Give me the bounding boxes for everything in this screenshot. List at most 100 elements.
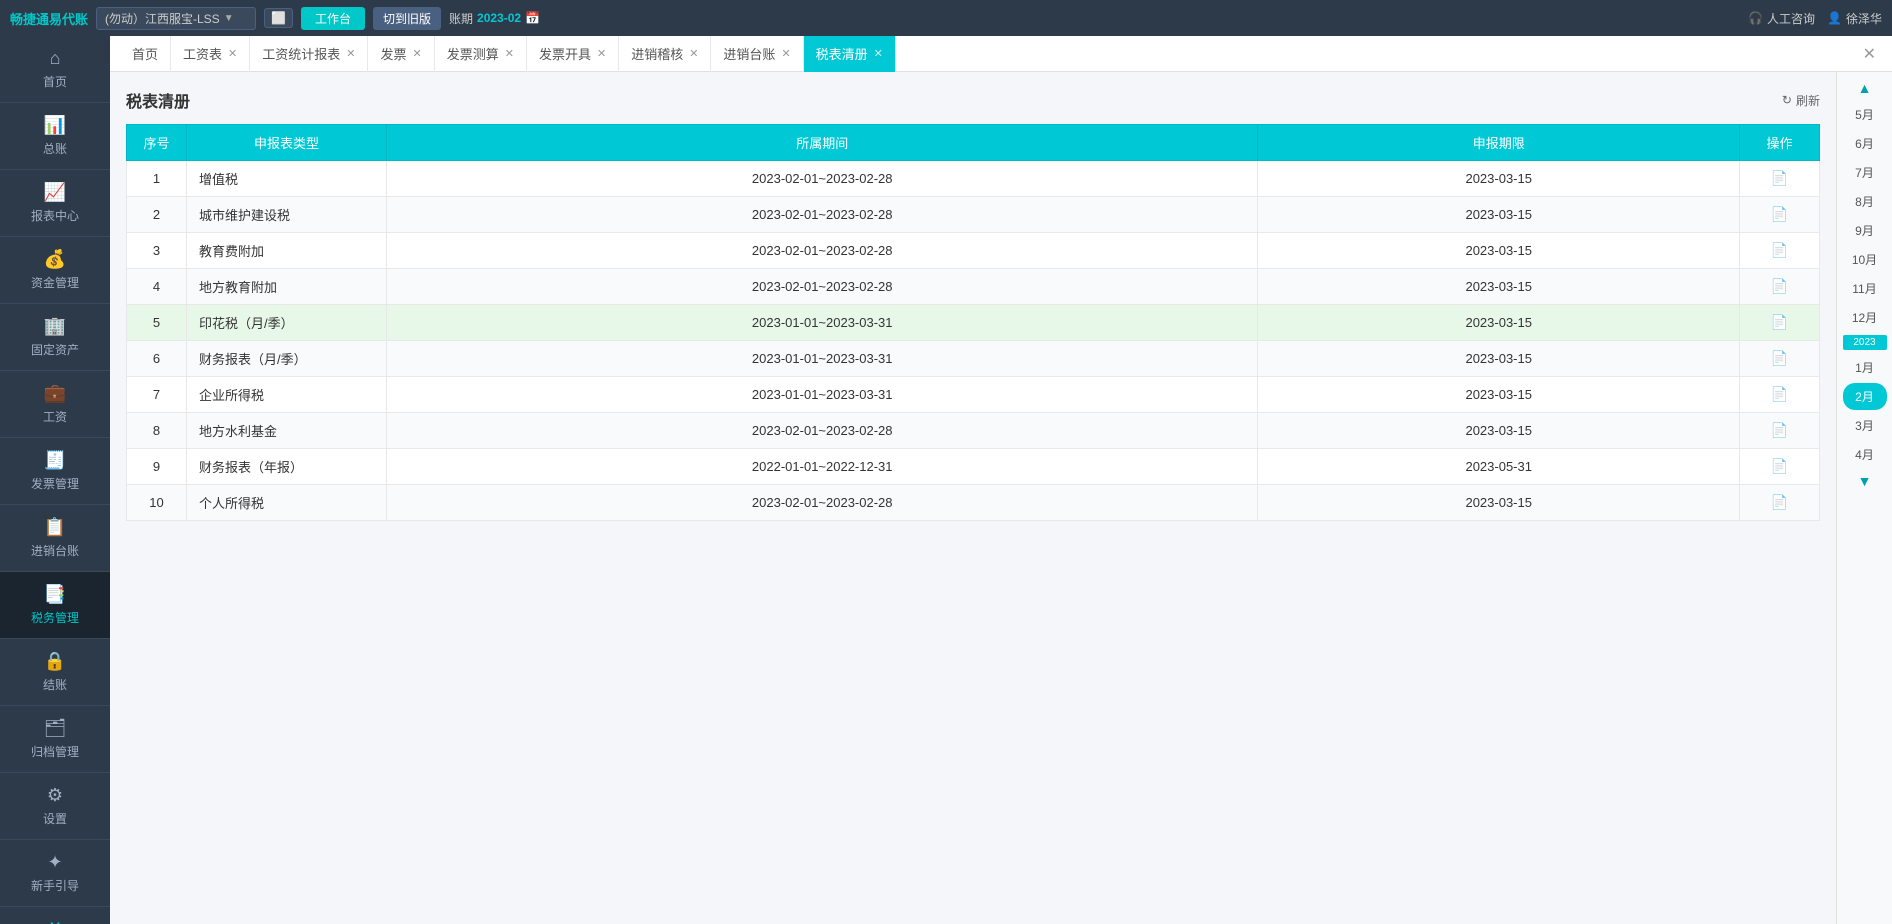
month-3[interactable]: 3月 bbox=[1843, 412, 1887, 439]
view-icon[interactable]: 📄 bbox=[1771, 386, 1788, 402]
tab-invoice-open-close[interactable]: ✕ bbox=[597, 47, 606, 60]
workspace-button[interactable]: 工作台 bbox=[301, 7, 365, 30]
month-12[interactable]: 12月 bbox=[1843, 304, 1887, 331]
cell-no: 5 bbox=[127, 305, 187, 341]
view-icon[interactable]: 📄 bbox=[1771, 206, 1788, 222]
view-icon[interactable]: 📄 bbox=[1771, 242, 1788, 258]
tab-salary-report-close[interactable]: ✕ bbox=[346, 47, 355, 60]
tab-invoice-close[interactable]: ✕ bbox=[413, 47, 422, 60]
refresh-button[interactable]: ↻ 刷新 bbox=[1782, 92, 1820, 109]
sidebar-item-archive[interactable]: 🗂 归档管理 bbox=[0, 706, 110, 773]
sidebar-item-settings[interactable]: ⚙ 设置 bbox=[0, 773, 110, 840]
sidebar-item-invoice-mgmt[interactable]: 🧾 发票管理 bbox=[0, 438, 110, 505]
tab-purchase-ledger-close[interactable]: ✕ bbox=[781, 47, 790, 60]
view-icon[interactable]: 📄 bbox=[1771, 494, 1788, 510]
sidebar-item-purchase-sales[interactable]: 📋 进销台账 bbox=[0, 505, 110, 572]
content-area: 首页 工资表 ✕ 工资统计报表 ✕ 发票 ✕ 发票测算 ✕ 发票开具 ✕ bbox=[110, 36, 1892, 924]
page-content: 税表清册 ↻ 刷新 序号 申报表类型 所属期间 申报期限 操作 bbox=[110, 72, 1892, 924]
month-4[interactable]: 4月 bbox=[1843, 441, 1887, 468]
home-icon: ⌂ bbox=[50, 48, 61, 69]
close-all-tabs-button[interactable]: ✕ bbox=[1857, 44, 1882, 64]
sidebar-label-invoice-mgmt: 发票管理 bbox=[31, 475, 79, 492]
sidebar-item-ledger[interactable]: 📊 总账 bbox=[0, 103, 110, 170]
month-7[interactable]: 7月 bbox=[1843, 159, 1887, 186]
sidebar-item-funds[interactable]: 💰 资金管理 bbox=[0, 237, 110, 304]
tab-invoice-calc[interactable]: 发票测算 ✕ bbox=[435, 36, 527, 72]
cell-period: 2023-01-01~2023-03-31 bbox=[387, 341, 1258, 377]
sidebar-label-funds: 资金管理 bbox=[31, 274, 79, 291]
col-no: 序号 bbox=[127, 125, 187, 161]
cell-period: 2023-02-01~2023-02-28 bbox=[387, 197, 1258, 233]
view-icon[interactable]: 📄 bbox=[1771, 314, 1788, 330]
tab-tax-list-close[interactable]: ✕ bbox=[874, 47, 883, 60]
calendar-icon[interactable]: 📅 bbox=[525, 11, 540, 25]
cell-type: 印花税（月/季） bbox=[187, 305, 387, 341]
tab-purchase-ledger[interactable]: 进销台账 ✕ bbox=[711, 36, 803, 72]
nav-down-button[interactable]: ▼ bbox=[1854, 469, 1876, 493]
cell-deadline: 2023-03-15 bbox=[1258, 233, 1740, 269]
cell-period: 2022-01-01~2022-12-31 bbox=[387, 449, 1258, 485]
sidebar-item-salary[interactable]: 💼 工资 bbox=[0, 371, 110, 438]
copy-button[interactable]: ⬜ bbox=[264, 8, 293, 28]
table-row: 2 城市维护建设税 2023-02-01~2023-02-28 2023-03-… bbox=[127, 197, 1820, 233]
human-consult[interactable]: 🎧 人工咨询 bbox=[1748, 10, 1815, 27]
view-icon[interactable]: 📄 bbox=[1771, 350, 1788, 366]
month-1[interactable]: 1月 bbox=[1843, 354, 1887, 381]
table-row: 4 地方教育附加 2023-02-01~2023-02-28 2023-03-1… bbox=[127, 269, 1820, 305]
cell-action: 📄 bbox=[1740, 305, 1820, 341]
sidebar-item-tax[interactable]: 📑 税务管理 bbox=[0, 572, 110, 639]
month-11[interactable]: 11月 bbox=[1843, 275, 1887, 302]
sidebar-item-closing[interactable]: 🔒 结账 bbox=[0, 639, 110, 706]
cell-no: 6 bbox=[127, 341, 187, 377]
tab-salary-close[interactable]: ✕ bbox=[228, 47, 237, 60]
cell-action: 📄 bbox=[1740, 377, 1820, 413]
sidebar-item-member[interactable]: V 畅会员 bbox=[0, 907, 110, 924]
tab-invoice-open-label: 发票开具 bbox=[539, 44, 591, 63]
sidebar-item-reports[interactable]: 📈 报表中心 bbox=[0, 170, 110, 237]
tab-home[interactable]: 首页 bbox=[120, 36, 171, 72]
cell-deadline: 2023-05-31 bbox=[1258, 449, 1740, 485]
tab-invoice-calc-close[interactable]: ✕ bbox=[505, 47, 514, 60]
cell-action: 📄 bbox=[1740, 449, 1820, 485]
tab-invoice-open[interactable]: 发票开具 ✕ bbox=[527, 36, 619, 72]
sidebar-label-ledger: 总账 bbox=[43, 140, 67, 157]
main-layout: ⌂ 首页 📊 总账 📈 报表中心 💰 资金管理 🏢 固定资产 💼 工资 🧾 发票… bbox=[0, 36, 1892, 924]
month-5[interactable]: 5月 bbox=[1843, 101, 1887, 128]
company-name: (勿动）江西服宝-LSS bbox=[105, 10, 220, 27]
cell-deadline: 2023-03-15 bbox=[1258, 377, 1740, 413]
settings-icon: ⚙ bbox=[47, 785, 63, 806]
month-8[interactable]: 8月 bbox=[1843, 188, 1887, 215]
sidebar-item-home[interactable]: ⌂ 首页 bbox=[0, 36, 110, 103]
user-profile[interactable]: 👤 徐泽华 bbox=[1827, 10, 1882, 27]
year-2023-badge[interactable]: 2023 bbox=[1843, 335, 1887, 350]
tab-purchase-audit[interactable]: 进销稽核 ✕ bbox=[619, 36, 711, 72]
tab-invoice[interactable]: 发票 ✕ bbox=[368, 36, 434, 72]
app-logo: 畅捷通易代账 bbox=[10, 9, 88, 28]
tab-purchase-audit-close[interactable]: ✕ bbox=[689, 47, 698, 60]
month-9[interactable]: 9月 bbox=[1843, 217, 1887, 244]
closing-icon: 🔒 bbox=[44, 651, 66, 672]
tab-salary[interactable]: 工资表 ✕ bbox=[171, 36, 250, 72]
tax-icon: 📑 bbox=[44, 584, 66, 605]
view-icon[interactable]: 📄 bbox=[1771, 170, 1788, 186]
company-selector[interactable]: (勿动）江西服宝-LSS ▼ bbox=[96, 7, 256, 30]
tab-tax-list-label: 税表清册 bbox=[816, 44, 868, 63]
view-icon[interactable]: 📄 bbox=[1771, 458, 1788, 474]
nav-up-button[interactable]: ▲ bbox=[1854, 76, 1876, 100]
purchase-sales-icon: 📋 bbox=[44, 517, 66, 538]
archive-icon: 🗂 bbox=[44, 718, 67, 739]
month-10[interactable]: 10月 bbox=[1843, 246, 1887, 273]
tab-salary-report[interactable]: 工资统计报表 ✕ bbox=[250, 36, 368, 72]
view-icon[interactable]: 📄 bbox=[1771, 278, 1788, 294]
tab-invoice-calc-label: 发票测算 bbox=[447, 44, 499, 63]
sidebar-label-tax: 税务管理 bbox=[31, 609, 79, 626]
month-2[interactable]: 2月 bbox=[1843, 383, 1887, 410]
tab-tax-list[interactable]: 税表清册 ✕ bbox=[804, 36, 896, 72]
cell-period: 2023-02-01~2023-02-28 bbox=[387, 413, 1258, 449]
sidebar-item-assets[interactable]: 🏢 固定资产 bbox=[0, 304, 110, 371]
switch-old-button[interactable]: 切到旧版 bbox=[373, 7, 441, 30]
sidebar-item-guide[interactable]: ✦ 新手引导 bbox=[0, 840, 110, 907]
month-6[interactable]: 6月 bbox=[1843, 130, 1887, 157]
guide-icon: ✦ bbox=[47, 852, 62, 873]
view-icon[interactable]: 📄 bbox=[1771, 422, 1788, 438]
